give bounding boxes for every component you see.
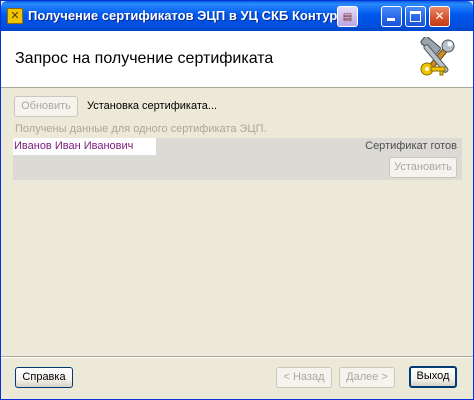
- owner-name-box: Иванов Иван Иванович: [13, 138, 156, 155]
- wizard-header: Запрос на получение сертификата: [1, 31, 473, 88]
- certificate-status: Сертификат готов: [365, 140, 457, 152]
- install-button[interactable]: Установить: [389, 157, 457, 178]
- page-title: Запрос на получение сертификата: [15, 50, 274, 67]
- owner-name: Иванов Иван Иванович: [14, 140, 134, 152]
- minimize-icon: [387, 18, 395, 21]
- back-button[interactable]: < Назад: [276, 367, 332, 388]
- info-text: Получены данные для одного сертификата Э…: [15, 123, 267, 135]
- help-icon: ▤: [342, 12, 353, 23]
- app-tools-icon[interactable]: ✕: [7, 8, 23, 24]
- maximize-button[interactable]: [405, 6, 426, 27]
- wizard-window: ✕ Получение сертификатов ЭЦП в УЦ СКБ Ко…: [0, 0, 474, 400]
- window-title: Получение сертификатов ЭЦП в УЦ СКБ Конт…: [28, 8, 348, 23]
- certificate-list-item[interactable]: Иванов Иван Иванович Сертификат готов Ус…: [13, 138, 462, 180]
- footer-divider: [1, 356, 473, 358]
- exit-button[interactable]: Выход: [409, 366, 457, 388]
- help-button[interactable]: Справка: [15, 367, 73, 388]
- tools-key-icon: [420, 37, 455, 76]
- close-button[interactable]: ✕: [429, 6, 450, 27]
- maximize-icon: [410, 11, 421, 22]
- minimize-button[interactable]: [381, 6, 402, 27]
- title-bar[interactable]: ✕ Получение сертификатов ЭЦП в УЦ СКБ Ко…: [1, 1, 473, 31]
- refresh-button[interactable]: Обновить: [14, 96, 78, 117]
- install-status-text: Установка сертификата...: [87, 100, 218, 112]
- close-icon: ✕: [434, 9, 445, 23]
- help-title-button[interactable]: ▤: [337, 6, 358, 27]
- next-button[interactable]: Далее >: [339, 367, 395, 388]
